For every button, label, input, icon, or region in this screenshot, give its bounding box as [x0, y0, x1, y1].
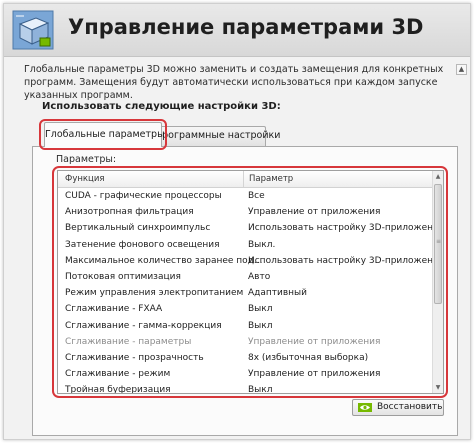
page-header: Управление параметрами 3D	[4, 4, 470, 57]
nvidia-control-panel-window: Управление параметрами 3D Глобальные пар…	[3, 3, 471, 440]
tab-highlight-annotation	[39, 119, 167, 150]
nvidia-3d-cube-icon	[12, 10, 54, 50]
page-description: Глобальные параметры 3D можно заменить и…	[24, 64, 444, 101]
settings-heading: Использовать следующие настройки 3D:	[42, 101, 281, 112]
restore-button[interactable]: Восстановить	[352, 399, 444, 416]
restore-button-label: Восстановить	[377, 402, 443, 412]
page-scroll-up-button[interactable]: ▲	[456, 64, 467, 75]
page-title: Управление параметрами 3D	[68, 15, 424, 39]
parameters-label: Параметры:	[56, 154, 117, 165]
tab-program-settings[interactable]: Программные настройки	[154, 126, 280, 146]
grid-highlight-annotation	[52, 166, 448, 398]
nvidia-logo-icon	[358, 403, 372, 412]
